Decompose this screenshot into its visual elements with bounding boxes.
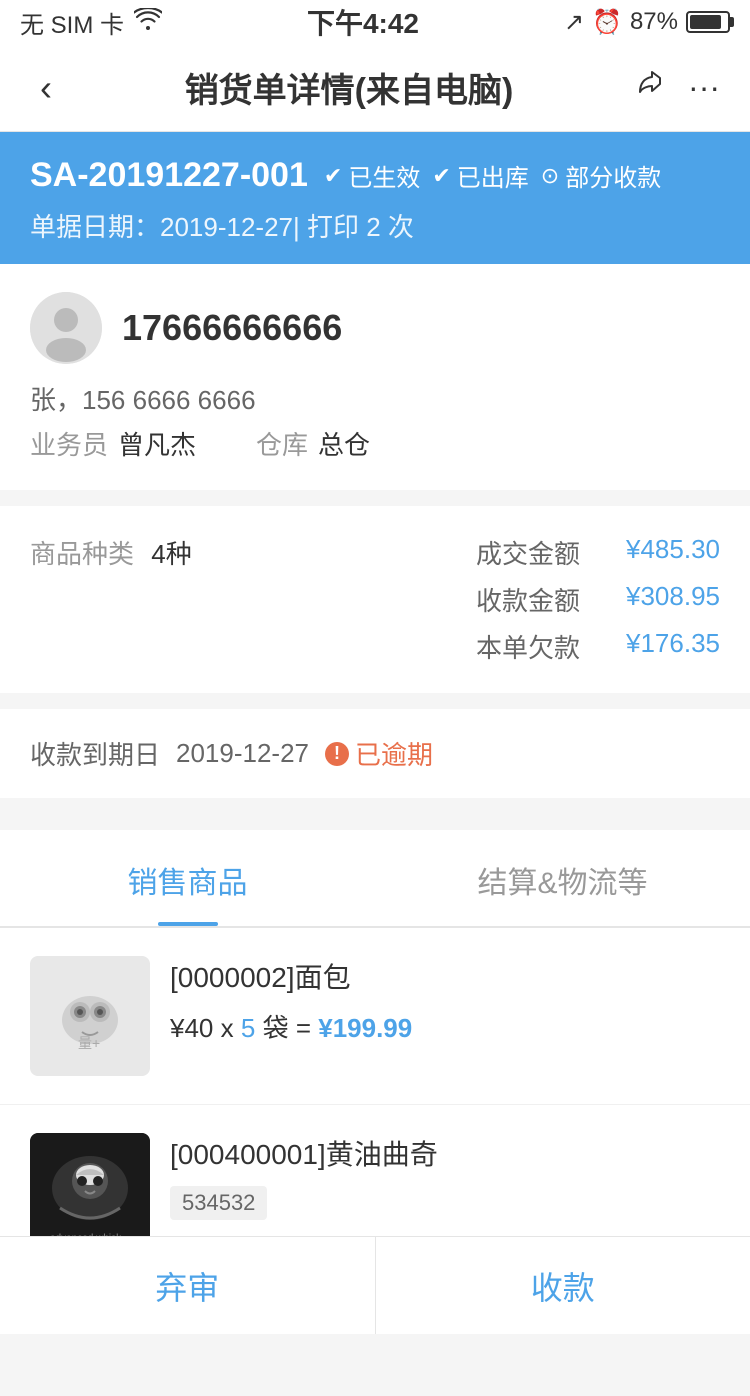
- status-right: ↗ ⏰ 87%: [564, 8, 730, 37]
- banner-date: 单据日期：2019-12-27| 打印 2 次: [30, 207, 720, 244]
- overdue-text: 已逾期: [355, 735, 433, 772]
- back-button[interactable]: ‹: [30, 57, 62, 119]
- salesman-label: 业务员: [30, 425, 108, 462]
- product-thumb-2: advanced whisk: [30, 1133, 150, 1253]
- warehouse-label: 仓库: [256, 425, 308, 462]
- deal-label: 成交金额: [476, 534, 580, 571]
- nav-actions: ···: [636, 68, 720, 108]
- badge-partial: ⊙ 部分收款: [541, 158, 661, 193]
- product-info-1: [0000002]面包 ¥40 x 5 袋 = ¥199.99: [170, 956, 720, 1045]
- clock-icon: ⊙: [541, 163, 559, 189]
- tab-underline: [158, 922, 218, 926]
- stats-section: 商品种类 4种 成交金额 ¥485.30 收款金额 ¥308.95 本单欠款 ¥…: [0, 506, 750, 693]
- share-icon[interactable]: [636, 68, 668, 108]
- status-time: 下午4:42: [307, 2, 419, 42]
- customer-phone: 17666666666: [122, 307, 342, 349]
- customer-name-phone: 张，156 6666 6666: [30, 380, 720, 417]
- tabs-row: 销售商品 结算&物流等: [0, 830, 750, 927]
- header-banner: SA-20191227-001 ✔ 已生效 ✔ 已出库 ⊙ 部分收款 单据日期：…: [0, 132, 750, 264]
- category-count: 4种: [151, 539, 191, 569]
- check-icon-1: ✔: [324, 163, 342, 189]
- tab-settlement[interactable]: 结算&物流等: [375, 830, 750, 926]
- stats-right: 成交金额 ¥485.30 收款金额 ¥308.95 本单欠款 ¥176.35: [476, 534, 720, 665]
- salesman-item: 业务员 曾凡杰: [30, 425, 196, 462]
- wifi-icon: [134, 8, 162, 37]
- nav-bar: ‹ 销货单详情(来自电脑) ···: [0, 44, 750, 132]
- product-item: 量+ [0000002]面包 ¥40 x 5 袋 = ¥199.99: [0, 928, 750, 1105]
- debt-row: 本单欠款 ¥176.35: [476, 628, 720, 665]
- collection-label: 收款金额: [476, 581, 580, 618]
- confirm-button[interactable]: 收款: [376, 1237, 750, 1334]
- warehouse-value: 总仓: [318, 425, 370, 462]
- product-thumb-1: 量+: [30, 956, 150, 1076]
- battery-text: 87%: [630, 8, 678, 36]
- due-section: 收款到期日 2019-12-27 ! 已逾期: [0, 709, 750, 798]
- product-price-1: ¥40 x 5 袋 = ¥199.99: [170, 1008, 720, 1045]
- customer-meta: 业务员 曾凡杰 仓库 总仓: [30, 425, 720, 462]
- avatar: [30, 292, 102, 364]
- tab-sales-products[interactable]: 销售商品: [0, 830, 375, 926]
- check-icon-2: ✔: [432, 163, 450, 189]
- alarm-icon: ⏰: [592, 8, 622, 37]
- product-name-2: [000400001]黄油曲奇: [170, 1133, 720, 1173]
- cancel-button[interactable]: 弃审: [0, 1237, 376, 1334]
- warehouse-item: 仓库 总仓: [256, 425, 370, 462]
- customer-section: 17666666666 张，156 6666 6666 业务员 曾凡杰 仓库 总…: [0, 264, 750, 490]
- salesman-value: 曾凡杰: [118, 425, 196, 462]
- svg-text:量+: 量+: [78, 1035, 100, 1051]
- due-date: 2019-12-27: [176, 738, 309, 769]
- deal-row: 成交金额 ¥485.30: [476, 534, 720, 571]
- debt-amount: ¥176.35: [600, 628, 720, 665]
- order-id: SA-20191227-001: [30, 156, 308, 195]
- collection-amount: ¥308.95: [600, 581, 720, 618]
- status-bar: 无 SIM 卡 下午4:42 ↗ ⏰ 87%: [0, 0, 750, 44]
- collection-row: 收款金额 ¥308.95: [476, 581, 720, 618]
- customer-header: 17666666666: [30, 292, 720, 364]
- page-title: 销货单详情(来自电脑): [185, 63, 514, 112]
- deal-amount: ¥485.30: [600, 534, 720, 571]
- product-qty-1: 5: [241, 1013, 255, 1043]
- status-left: 无 SIM 卡: [20, 5, 162, 40]
- overdue-badge: ! 已逾期: [325, 735, 433, 772]
- stats-left: 商品种类 4种: [30, 534, 192, 571]
- location-icon: ↗: [564, 8, 584, 37]
- overdue-icon: !: [325, 742, 349, 766]
- due-label: 收款到期日: [30, 735, 160, 772]
- banner-row1: SA-20191227-001 ✔ 已生效 ✔ 已出库 ⊙ 部分收款: [30, 156, 720, 195]
- product-tag-2: 534532: [170, 1186, 267, 1220]
- carrier-text: 无 SIM 卡: [20, 5, 124, 40]
- battery-icon: [686, 11, 730, 33]
- tabs-section: 销售商品 结算&物流等: [0, 830, 750, 928]
- status-badges: ✔ 已生效 ✔ 已出库 ⊙ 部分收款: [324, 158, 661, 193]
- product-name-1: [0000002]面包: [170, 956, 720, 996]
- badge-effective: ✔ 已生效: [324, 158, 420, 193]
- bottom-bar: 弃审 收款: [0, 1236, 750, 1334]
- thumb-placeholder-1: 量+: [30, 956, 150, 1076]
- badge-shipped: ✔ 已出库: [432, 158, 528, 193]
- category-label: 商品种类: [30, 539, 134, 569]
- divider-1: [0, 814, 750, 830]
- product-total-1: ¥199.99: [318, 1013, 412, 1043]
- more-icon[interactable]: ···: [688, 69, 720, 106]
- debt-label: 本单欠款: [476, 628, 580, 665]
